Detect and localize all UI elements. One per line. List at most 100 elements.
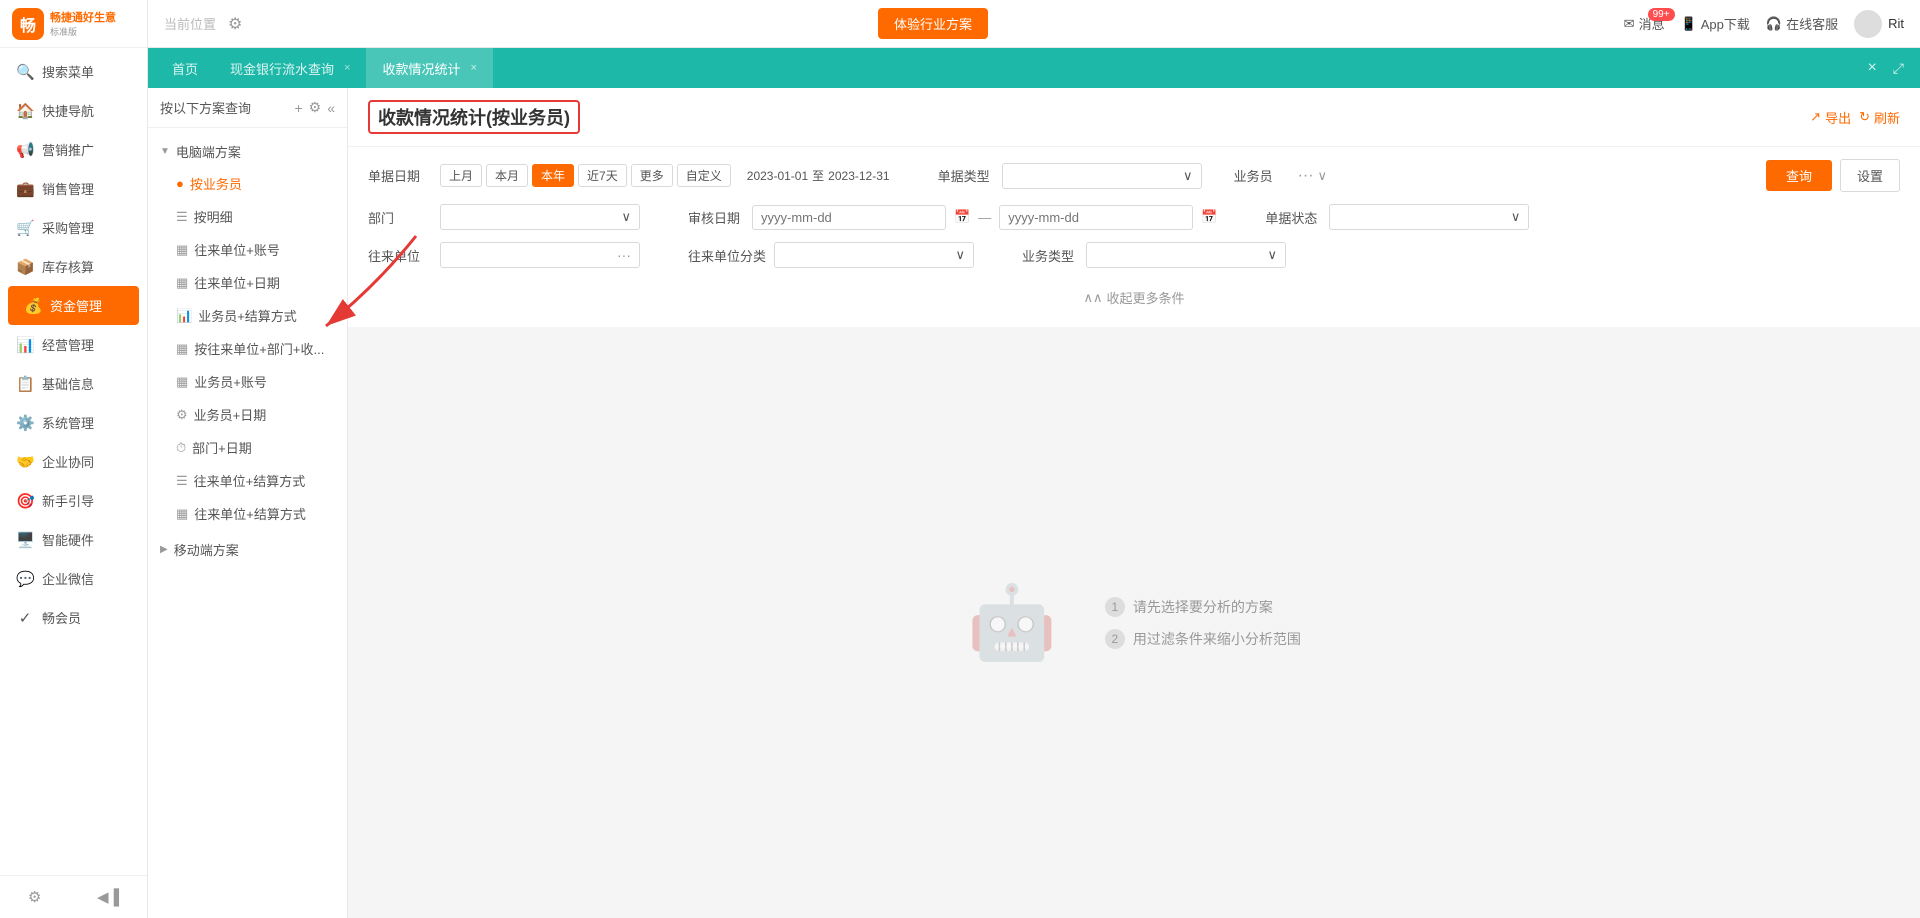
date-btn-7days[interactable]: 近7天 [578, 164, 627, 187]
review-date-from[interactable] [752, 205, 946, 230]
partner-select[interactable]: ··· [440, 242, 640, 268]
sidebar-item-inventory[interactable]: 📦 库存核算 [0, 247, 147, 286]
date-range: 2023-01-01 至 2023-12-31 [747, 167, 890, 184]
sidebar-item-search[interactable]: 🔍 搜索菜单 [0, 52, 147, 91]
date-to: 2023-12-31 [828, 169, 889, 183]
sidebar-item-finance[interactable]: 💰 资金管理 [8, 286, 139, 325]
calendar-icon-2[interactable]: 📅 [1201, 209, 1217, 225]
sidebar-item-system[interactable]: ⚙️ 系统管理 [0, 403, 147, 442]
biz-type-select[interactable]: ∨ [1086, 242, 1286, 268]
vip-icon: ✓ [16, 609, 34, 627]
grid3-icon: ▦ [176, 506, 188, 522]
tree-item-staff-date[interactable]: ⚙ 业务员+日期 [148, 398, 347, 431]
tree-group-mobile-header[interactable]: ▶ 移动端方案 [148, 534, 347, 565]
review-date-to[interactable] [999, 205, 1193, 230]
tab-bank-close[interactable]: × [344, 62, 350, 74]
right-panel: 收款情况统计(按业务员) ↗ 导出 ↻ 刷新 [348, 88, 1920, 918]
sidebar-collapse-button[interactable]: ◀▐ [89, 884, 127, 910]
online-service-button[interactable]: 🎧 在线客服 [1766, 14, 1838, 33]
tree-item-staff-settle[interactable]: 📊 业务员+结算方式 [148, 299, 347, 332]
tree-item-label: 业务员+结算方式 [198, 306, 297, 325]
tree-item-by-detail[interactable]: ☰ 按明细 [148, 200, 347, 233]
page-title: 收款情况统计(按业务员) [368, 100, 580, 134]
detail-icon: ☰ [176, 209, 188, 225]
tab-home[interactable]: 首页 [156, 48, 214, 88]
export-button[interactable]: ↗ 导出 [1810, 108, 1851, 127]
avatar [1854, 10, 1882, 38]
doc-type-select[interactable]: ∨ [1002, 163, 1202, 189]
table2-icon: ▦ [176, 374, 188, 390]
gear2-icon: ⚙ [176, 407, 188, 423]
tree-group-desktop-header[interactable]: ▼ 电脑端方案 [148, 136, 347, 167]
partner-label: 往来单位 [368, 246, 424, 265]
operations-icon: 📊 [16, 336, 34, 354]
app-download-button[interactable]: 📱 App下载 [1681, 14, 1750, 33]
tree-item-label: 按明细 [194, 207, 233, 226]
sidebar-settings-button[interactable]: ⚙ [20, 884, 49, 910]
search-icon: 🔍 [16, 63, 34, 81]
sidebar-item-purchase[interactable]: 🛒 采购管理 [0, 208, 147, 247]
hint-text-2: 用过滤条件来缩小分析范围 [1133, 629, 1301, 649]
list-icon: ☰ [176, 473, 188, 489]
tree-item-label: 往来单位+结算方式 [194, 504, 306, 523]
tree-item-unit-dept[interactable]: ▦ 按往来单位+部门+收... [148, 332, 347, 365]
date-btn-this-month[interactable]: 本月 [486, 164, 528, 187]
scheme-settings-button[interactable]: ⚙ [309, 99, 322, 116]
hint-num-2: 2 [1105, 629, 1125, 649]
tree-item-unit-date[interactable]: ▦ 往来单位+日期 [148, 266, 347, 299]
sidebar-item-vip[interactable]: ✓ 畅会员 [0, 598, 147, 637]
tree-item-unit-account[interactable]: ▦ 往来单位+账号 [148, 233, 347, 266]
doc-status-select[interactable]: ∨ [1329, 204, 1529, 230]
date-btn-last-month[interactable]: 上月 [440, 164, 482, 187]
tree-item-unit-settle2[interactable]: ▦ 往来单位+结算方式 [148, 497, 347, 530]
tab-bank[interactable]: 现金银行流水查询 × [214, 48, 366, 88]
message-button[interactable]: ✉ 消息 99+ [1624, 14, 1665, 33]
headset-icon: 🎧 [1766, 16, 1782, 32]
setting-button[interactable]: 设置 [1840, 159, 1900, 192]
sidebar-item-wechat[interactable]: 💬 企业微信 [0, 559, 147, 598]
calendar-icon-1[interactable]: 📅 [954, 209, 970, 225]
topbar-gear-icon[interactable]: ⚙ [228, 14, 242, 34]
sidebar-item-newbie[interactable]: 🎯 新手引导 [0, 481, 147, 520]
sidebar-item-hardware[interactable]: 🖥️ 智能硬件 [0, 520, 147, 559]
sidebar-item-enterprise[interactable]: 🤝 企业协同 [0, 442, 147, 481]
partner-category-select[interactable]: ∨ [774, 242, 974, 268]
message-badge: 99+ [1648, 8, 1675, 21]
table-icon: ▦ [176, 341, 188, 357]
biz-type-group: 业务类型 ∨ [1022, 242, 1286, 268]
dropdown3-icon: ∨ [621, 209, 631, 225]
date-btn-this-year[interactable]: 本年 [532, 164, 574, 187]
tree-item-unit-settle1[interactable]: ☰ 往来单位+结算方式 [148, 464, 347, 497]
sidebar-nav: 🔍 搜索菜单 🏠 快捷导航 📢 营销推广 💼 销售管理 🛒 采购管理 📦 库存核… [0, 48, 147, 875]
sidebar-item-basic[interactable]: 📋 基础信息 [0, 364, 147, 403]
staff-more-button[interactable]: ··· [1298, 167, 1314, 185]
tree-item-by-staff[interactable]: ● 按业务员 [148, 167, 347, 200]
query-button[interactable]: 查询 [1766, 160, 1832, 191]
sidebar-item-sales[interactable]: 💼 销售管理 [0, 169, 147, 208]
date-btn-custom[interactable]: 自定义 [677, 164, 731, 187]
trial-button[interactable]: 体验行业方案 [878, 8, 988, 39]
tree-item-label: 按业务员 [190, 174, 242, 193]
sidebar-item-operations[interactable]: 📊 经营管理 [0, 325, 147, 364]
partner-more-button[interactable]: ··· [617, 247, 631, 263]
collapse-button[interactable]: ∧∧ 收起更多条件 [368, 280, 1900, 315]
marketing-icon: 📢 [16, 141, 34, 159]
date-btn-more[interactable]: 更多 [631, 164, 673, 187]
sidebar-item-quick[interactable]: 🏠 快捷导航 [0, 91, 147, 130]
tab-receipt-close[interactable]: × [470, 62, 476, 74]
staff-icon: ● [176, 176, 184, 191]
dept-label: 部门 [368, 208, 424, 227]
tab-close-all-button[interactable]: × [1859, 59, 1884, 77]
sidebar-item-marketing[interactable]: 📢 营销推广 [0, 130, 147, 169]
refresh-button[interactable]: ↻ 刷新 [1859, 108, 1900, 127]
dept-select[interactable]: ∨ [440, 204, 640, 230]
tab-receipt[interactable]: 收款情况统计 × [366, 48, 492, 88]
add-scheme-button[interactable]: + [294, 100, 302, 116]
tree-item-dept-date[interactable]: ⏱ 部门+日期 [148, 431, 347, 464]
user-area[interactable]: Rit [1854, 10, 1904, 38]
tab-expand-button[interactable]: ⤢ [1885, 60, 1912, 77]
panel-collapse-button[interactable]: « [327, 100, 335, 116]
tree-item-staff-account[interactable]: ▦ 业务员+账号 [148, 365, 347, 398]
tree-item-label: 业务员+账号 [194, 372, 267, 391]
tree-group-mobile-label: 移动端方案 [174, 540, 239, 559]
